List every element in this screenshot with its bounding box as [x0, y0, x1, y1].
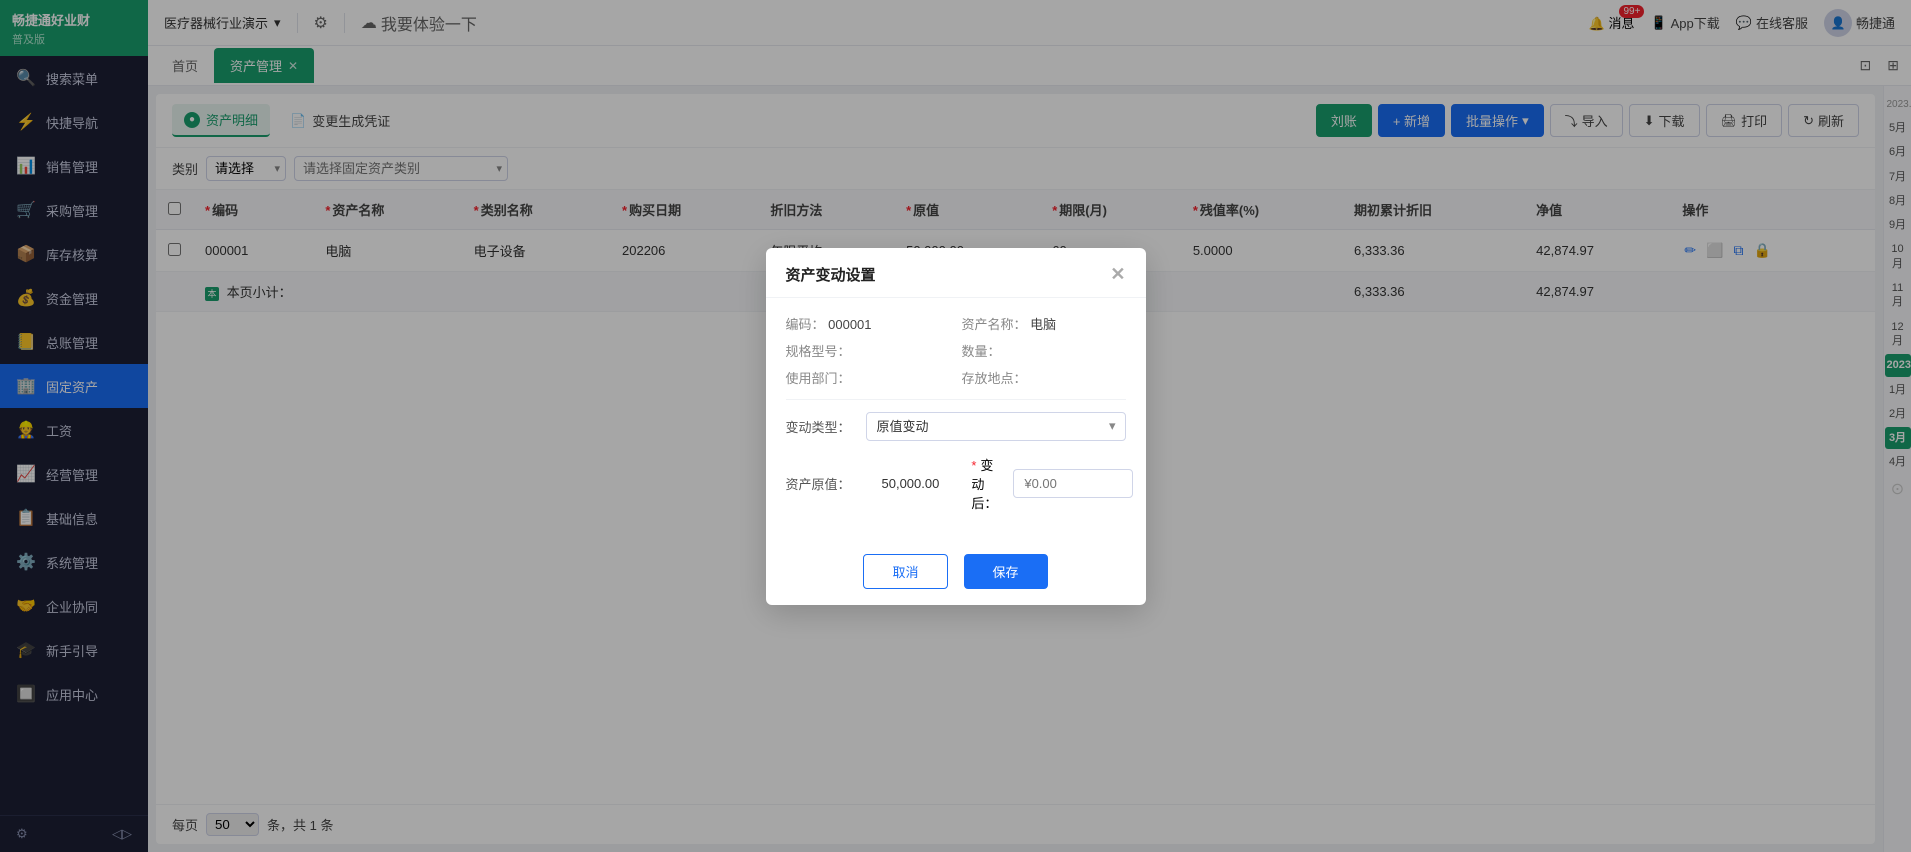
modal-after-change-input[interactable]	[1013, 469, 1133, 498]
modal-location-label: 存放地点：	[962, 371, 1027, 386]
modal-cancel-button[interactable]: 取消	[863, 554, 947, 589]
modal-code-label: 编码：	[786, 317, 825, 332]
modal-info-spec: 规格型号：	[786, 341, 950, 360]
modal-save-button[interactable]: 保存	[964, 554, 1048, 589]
modal-change-type-label: 变动类型：	[786, 417, 866, 436]
modal-body: 编码： 000001 资产名称： 电脑 规格型号： 数量： 使用部门：	[766, 298, 1146, 542]
modal-header: 资产变动设置 ✕	[766, 248, 1146, 298]
modal-info-code: 编码： 000001	[786, 314, 950, 333]
modal-info-dept: 使用部门：	[786, 368, 950, 387]
modal-name-label: 资产名称：	[962, 317, 1027, 332]
modal-quantity-label: 数量：	[962, 344, 1001, 359]
modal-overlay[interactable]: 资产变动设置 ✕ 编码： 000001 资产名称： 电脑 规格型号： 数	[0, 0, 1911, 852]
modal-divider	[786, 399, 1126, 400]
modal-dept-label: 使用部门：	[786, 371, 851, 386]
modal-info-quantity: 数量：	[962, 341, 1126, 360]
modal-footer: 取消 保存	[766, 542, 1146, 605]
modal-close-button[interactable]: ✕	[1110, 264, 1125, 285]
modal-info-location: 存放地点：	[962, 368, 1126, 387]
modal-info-grid: 编码： 000001 资产名称： 电脑 规格型号： 数量： 使用部门：	[786, 314, 1126, 387]
modal-field-change-type: 变动类型： 原值变动	[786, 412, 1126, 441]
modal-change-type-select[interactable]: 原值变动	[866, 412, 1126, 441]
asset-change-modal: 资产变动设置 ✕ 编码： 000001 资产名称： 电脑 规格型号： 数	[766, 248, 1146, 605]
modal-info-name: 资产名称： 电脑	[962, 314, 1126, 333]
modal-after-change-required: *变动后：	[971, 455, 997, 512]
modal-change-type-select-wrap: 原值变动	[866, 412, 1126, 441]
modal-spec-label: 规格型号：	[786, 344, 851, 359]
modal-original-value-label: 资产原值：	[786, 474, 866, 493]
modal-field-values: 资产原值： 50,000.00 *变动后：	[786, 455, 1126, 512]
modal-original-value-value: 50,000.00	[882, 476, 940, 491]
modal-name-value: 电脑	[1030, 317, 1056, 332]
modal-title: 资产变动设置	[786, 264, 876, 285]
modal-code-value: 000001	[828, 317, 871, 332]
